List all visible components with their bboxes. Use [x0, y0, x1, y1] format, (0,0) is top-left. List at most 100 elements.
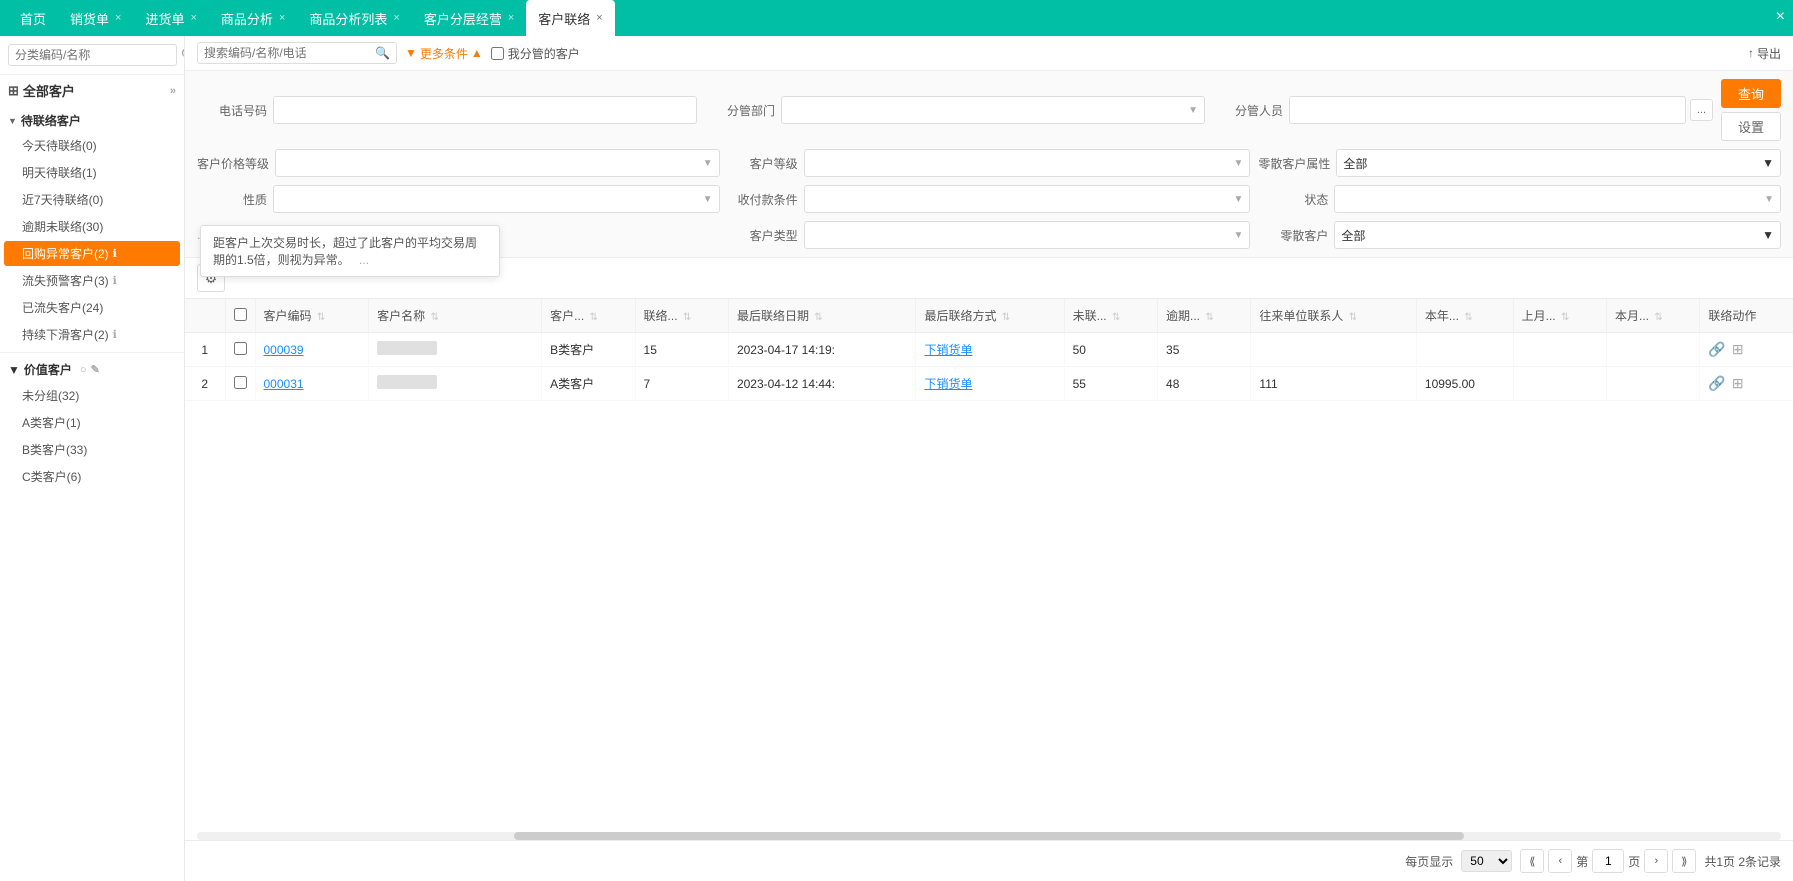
- col-current-month[interactable]: 本月... ⇅: [1607, 299, 1700, 333]
- nav-close-icon[interactable]: ×: [279, 12, 285, 24]
- filter-payment-select[interactable]: ▼: [804, 185, 1251, 213]
- filter-dept-select[interactable]: ▼: [781, 96, 1205, 124]
- filter-retail-customer-select[interactable]: 全部 ▼: [1334, 221, 1781, 249]
- sidebar-item-rebuy-abnormal[interactable]: 回购异常客户(2) ℹ: [4, 241, 180, 266]
- row2-link-icon[interactable]: 🔗: [1708, 375, 1725, 392]
- filter-phone-cell: 电话号码: [197, 96, 697, 124]
- my-customers-checkbox[interactable]: [491, 47, 504, 60]
- sidebar-all-customers[interactable]: ⊞ 全部客户 »: [0, 75, 184, 106]
- next-page-button[interactable]: ›: [1644, 849, 1668, 873]
- price-chevron-icon: ▼: [703, 158, 713, 169]
- row2-grid-icon[interactable]: ⊞: [1732, 375, 1744, 392]
- filter-gender-select[interactable]: ▼: [273, 185, 720, 213]
- nav-close-icon[interactable]: ×: [508, 12, 514, 24]
- table-horizontal-scrollbar[interactable]: [197, 832, 1781, 840]
- filter-status-select[interactable]: ▼: [1334, 185, 1781, 213]
- col-level[interactable]: 客户... ⇅: [542, 299, 635, 333]
- row1-action-icons: 🔗 ⊞: [1708, 341, 1785, 358]
- page-size-select[interactable]: 50 20 100: [1461, 850, 1512, 872]
- row1-last-contact-method[interactable]: 下销货单: [916, 333, 1064, 367]
- sidebar-pending-group[interactable]: 待联络客户: [0, 106, 184, 132]
- sidebar-item-tomorrow-pending[interactable]: 明天待联络(1): [4, 160, 180, 185]
- nav-purchase-order[interactable]: 进货单 ×: [133, 0, 208, 36]
- rebuy-info-icon[interactable]: ℹ: [113, 247, 117, 260]
- select-all-checkbox[interactable]: [234, 308, 247, 321]
- filter-price-level-select[interactable]: ▼: [275, 149, 720, 177]
- filter-customer-level-select[interactable]: ▼: [804, 149, 1251, 177]
- table-row: 1 000039 B类客户 15 2023-04-17 14:19: 下销货单 …: [185, 333, 1793, 367]
- nav-close-icon[interactable]: ×: [115, 12, 121, 24]
- filter-retail-attr-select[interactable]: 全部 ▼: [1336, 149, 1781, 177]
- row2-code[interactable]: 000031: [255, 367, 369, 401]
- main-search-input[interactable]: [204, 46, 375, 60]
- row1-contact-person: [1251, 333, 1417, 367]
- page-number-input[interactable]: [1592, 849, 1624, 873]
- nav-product-analysis-list[interactable]: 商品分析列表 ×: [297, 0, 411, 36]
- sidebar-item-overdue-pending[interactable]: 逾期未联络(30): [4, 214, 180, 239]
- my-customers-checkbox-wrap[interactable]: 我分管的客户: [491, 45, 580, 62]
- query-button[interactable]: 查询: [1721, 79, 1781, 108]
- row2-uncontacted: 55: [1064, 367, 1157, 401]
- col-code[interactable]: 客户编码 ⇅: [255, 299, 369, 333]
- filter-payment-cell: 收付款条件 ▼: [728, 185, 1251, 213]
- filter-manager-select[interactable]: [1289, 96, 1686, 124]
- value-group-edit-icon[interactable]: ✎: [91, 363, 100, 376]
- row2-contact-person: 111: [1251, 367, 1417, 401]
- nav-product-analysis[interactable]: 商品分析 ×: [209, 0, 297, 36]
- value-group-circle-icon[interactable]: ○: [80, 364, 87, 376]
- col-last-contact-date[interactable]: 最后联络日期 ⇅: [728, 299, 916, 333]
- sidebar-item-declining[interactable]: 持续下滑客户(2) ℹ: [4, 322, 180, 347]
- nav-sales-order[interactable]: 销货单 ×: [58, 0, 133, 36]
- sidebar-item-lost[interactable]: 已流失客户(24): [4, 295, 180, 320]
- sidebar-item-c-class[interactable]: C类客户(6): [4, 464, 180, 489]
- sidebar-search-input[interactable]: [8, 44, 177, 66]
- row1-link-icon[interactable]: 🔗: [1708, 341, 1725, 358]
- scrollbar-thumb[interactable]: [514, 832, 1464, 840]
- row1-checkbox[interactable]: [234, 342, 247, 355]
- col-num: [185, 299, 225, 333]
- first-page-button[interactable]: ⟪: [1520, 849, 1544, 873]
- status-chevron-icon: ▼: [1764, 194, 1774, 205]
- col-current-year[interactable]: 本年... ⇅: [1416, 299, 1513, 333]
- row2-checkbox[interactable]: [234, 376, 247, 389]
- export-button[interactable]: ↑ 导出: [1748, 45, 1781, 62]
- col-contact-person[interactable]: 往来单位联系人 ⇅: [1251, 299, 1417, 333]
- sidebar-item-lost-warning[interactable]: 流失预警客户(3) ℹ: [4, 268, 180, 293]
- col-name[interactable]: 客户名称 ⇅: [369, 299, 542, 333]
- last-page-button[interactable]: ⟫: [1672, 849, 1696, 873]
- main-layout: 🔍 ⊞ 全部客户 » 待联络客户 今天待联络(0) 明天待联络(1) 近7天待联…: [0, 36, 1793, 881]
- sidebar-item-7day-pending[interactable]: 近7天待联络(0): [4, 187, 180, 212]
- filter-row-2: 客户价格等级 ▼ 客户等级 ▼ 零散客户属性 全部: [197, 149, 1781, 177]
- nav-home[interactable]: 首页: [8, 0, 58, 36]
- nav-customer-contact[interactable]: 客户联络 ×: [526, 0, 614, 36]
- settings-button[interactable]: 设置: [1721, 112, 1781, 141]
- tooltip-more-icon[interactable]: ...: [359, 253, 369, 267]
- col-uncontacted[interactable]: 未联... ⇅: [1064, 299, 1157, 333]
- nav-customer-tier[interactable]: 客户分层经营 ×: [412, 0, 526, 36]
- window-close-button[interactable]: ×: [1776, 8, 1785, 26]
- col-last-contact-method[interactable]: 最后联络方式 ⇅: [916, 299, 1064, 333]
- row2-last-contact-method[interactable]: 下销货单: [916, 367, 1064, 401]
- row1-grid-icon[interactable]: ⊞: [1732, 341, 1744, 358]
- sidebar-item-a-class[interactable]: A类客户(1): [4, 410, 180, 435]
- table-footer: 每页显示 50 20 100 ⟪ ‹ 第 页 › ⟫ 共1页 2条记录: [185, 840, 1793, 881]
- collapse-icon[interactable]: »: [170, 85, 176, 97]
- filter-customer-type-select[interactable]: ▼: [804, 221, 1251, 249]
- col-contact-count[interactable]: 联络... ⇅: [635, 299, 728, 333]
- nav-close-icon[interactable]: ×: [393, 12, 399, 24]
- sidebar-item-today-pending[interactable]: 今天待联络(0): [4, 133, 180, 158]
- col-last-month[interactable]: 上月... ⇅: [1513, 299, 1606, 333]
- date-sort-icon: ⇅: [814, 312, 822, 323]
- row1-code[interactable]: 000039: [255, 333, 369, 367]
- col-overdue[interactable]: 逾期... ⇅: [1158, 299, 1251, 333]
- prev-page-button[interactable]: ‹: [1548, 849, 1572, 873]
- nav-close-active-icon[interactable]: ×: [596, 12, 602, 24]
- manager-dots-button[interactable]: ...: [1690, 99, 1713, 121]
- filter-phone-input[interactable]: [273, 96, 697, 124]
- more-filter-button[interactable]: ▼ 更多条件 ▲: [405, 45, 483, 62]
- sidebar-item-ungrouped[interactable]: 未分组(32): [4, 383, 180, 408]
- sidebar-item-b-class[interactable]: B类客户(33): [4, 437, 180, 462]
- row2-level: A类客户: [542, 367, 635, 401]
- nav-close-icon[interactable]: ×: [190, 12, 196, 24]
- main-search-icon[interactable]: 🔍: [375, 46, 390, 60]
